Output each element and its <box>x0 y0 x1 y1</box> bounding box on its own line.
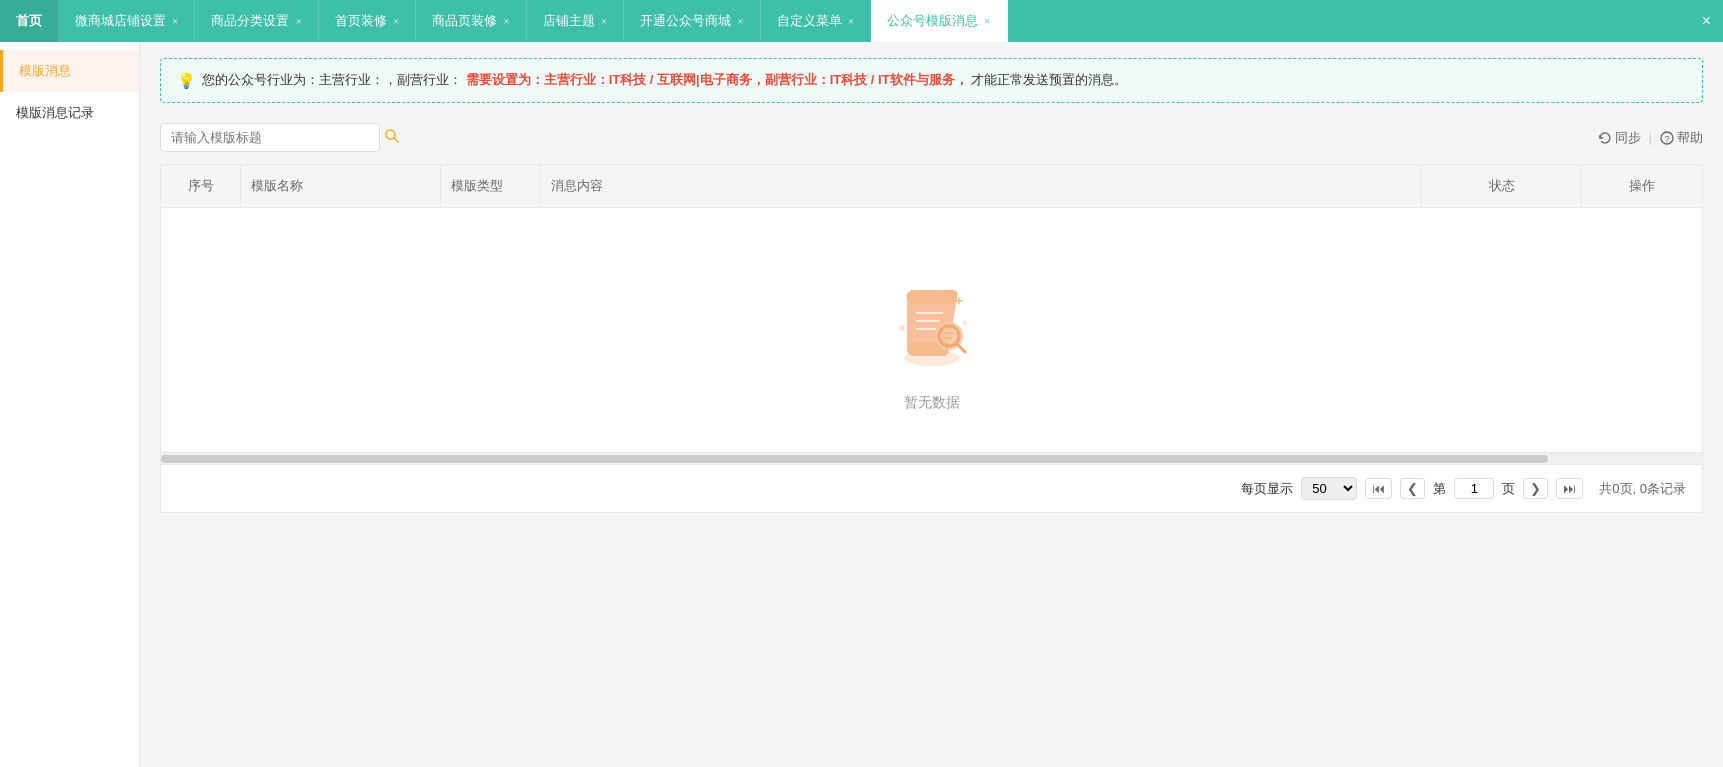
sync-icon <box>1598 131 1612 145</box>
page-unit: 页 <box>1502 480 1515 498</box>
svg-line-1 <box>394 138 398 142</box>
sync-button[interactable]: 同步 <box>1598 129 1641 147</box>
tab-open-wechat-mall[interactable]: 开通公众号商城 × <box>624 0 760 42</box>
col-header-content: 消息内容 <box>541 165 1422 207</box>
svg-line-10 <box>957 344 965 352</box>
close-tab-wechat-template[interactable]: × <box>984 15 990 27</box>
sync-label: 同步 <box>1615 129 1641 147</box>
pagination: 每页显示 50 10 20 100 ⏮ ❮ 第 页 ❯ ⏭ 共0页, 0条记录 <box>161 464 1702 512</box>
close-tab-product-category[interactable]: × <box>295 15 301 27</box>
page-size-select[interactable]: 50 10 20 100 <box>1301 477 1357 500</box>
col-header-seq: 序号 <box>161 165 241 207</box>
data-table: 序号 模版名称 模版类型 消息内容 状态 操作 <box>160 164 1703 513</box>
tab-home-label: 首页 <box>16 12 42 30</box>
last-page-button[interactable]: ⏭ <box>1556 478 1583 499</box>
total-info: 共0页, 0条记录 <box>1599 480 1686 498</box>
tab-shop-theme-label: 店铺主题 <box>543 12 595 30</box>
search-input[interactable] <box>160 123 380 152</box>
empty-text: 暂无数据 <box>904 394 960 412</box>
tab-product-category[interactable]: 商品分类设置 × <box>195 0 318 42</box>
search-button[interactable] <box>384 128 400 147</box>
empty-state: 暂无数据 <box>161 208 1702 452</box>
close-tab-home-decoration[interactable]: × <box>393 15 399 27</box>
tab-product-decoration[interactable]: 商品页装修 × <box>416 0 526 42</box>
main-layout: 模版消息 模版消息记录 💡 您的公众号行业为：主营行业：，副营行业： 需要设置为… <box>0 42 1723 767</box>
close-tab-open-wechat-mall[interactable]: × <box>737 15 743 27</box>
tab-home[interactable]: 首页 <box>0 0 59 42</box>
close-all-tabs-button[interactable]: × <box>1690 12 1723 30</box>
close-tab-custom-menu[interactable]: × <box>848 15 854 27</box>
sidebar-item-template-message-log-label: 模版消息记录 <box>16 105 94 120</box>
help-icon: ? <box>1660 131 1674 145</box>
tab-custom-menu-label: 自定义菜单 <box>777 12 842 30</box>
content-area: 💡 您的公众号行业为：主营行业：，副营行业： 需要设置为：主营行业：IT科技 /… <box>140 42 1723 767</box>
col-header-status: 状态 <box>1422 165 1582 207</box>
col-header-name: 模版名称 <box>241 165 441 207</box>
table-header: 序号 模版名称 模版类型 消息内容 状态 操作 <box>161 165 1702 208</box>
search-actions: 同步 | ? 帮助 <box>1598 129 1703 147</box>
sidebar: 模版消息 模版消息记录 <box>0 42 140 767</box>
notice-highlight: 需要设置为：主营行业：IT科技 / 互联网|电子商务，副营行业：IT科技 / I… <box>466 72 968 87</box>
help-label: 帮助 <box>1677 129 1703 147</box>
scrollbar-thumb[interactable] <box>161 455 1548 463</box>
per-page-label: 每页显示 <box>1241 480 1293 498</box>
search-icon <box>384 128 400 144</box>
tab-product-category-label: 商品分类设置 <box>211 12 289 30</box>
tab-weishop-settings[interactable]: 微商城店铺设置 × <box>59 0 195 42</box>
sidebar-item-template-message[interactable]: 模版消息 <box>0 50 139 92</box>
search-bar: 同步 | ? 帮助 <box>160 123 1703 152</box>
tab-wechat-template-label: 公众号模版消息 <box>887 12 978 30</box>
toolbar-divider: | <box>1649 130 1652 145</box>
close-tab-product-decoration[interactable]: × <box>503 15 509 27</box>
svg-text:?: ? <box>1664 134 1669 144</box>
page-number-input[interactable] <box>1454 478 1494 499</box>
tab-weishop-settings-label: 微商城店铺设置 <box>75 12 166 30</box>
horizontal-scrollbar[interactable] <box>161 452 1702 464</box>
tab-shop-theme[interactable]: 店铺主题 × <box>527 0 624 42</box>
tab-open-wechat-mall-label: 开通公众号商城 <box>640 12 731 30</box>
notice-suffix: 才能正常发送预置的消息。 <box>971 72 1127 87</box>
notice-icon: 💡 <box>177 72 196 90</box>
close-tab-shop-theme[interactable]: × <box>601 15 607 27</box>
notice-box: 💡 您的公众号行业为：主营行业：，副营行业： 需要设置为：主营行业：IT科技 /… <box>160 58 1703 103</box>
notice-prefix: 您的公众号行业为：主营行业：，副营行业： <box>202 72 462 87</box>
tab-home-decoration[interactable]: 首页装修 × <box>319 0 416 42</box>
next-page-button[interactable]: ❯ <box>1523 478 1548 499</box>
prev-page-button[interactable]: ❮ <box>1400 478 1425 499</box>
close-tab-weishop-settings[interactable]: × <box>172 15 178 27</box>
first-page-button[interactable]: ⏮ <box>1365 478 1392 499</box>
help-button[interactable]: ? 帮助 <box>1660 129 1703 147</box>
notice-text: 您的公众号行业为：主营行业：，副营行业： 需要设置为：主营行业：IT科技 / 互… <box>202 71 1127 89</box>
col-header-action: 操作 <box>1582 165 1702 207</box>
sidebar-item-template-message-log[interactable]: 模版消息记录 <box>0 92 139 134</box>
tab-bar: 首页 微商城店铺设置 × 商品分类设置 × 首页装修 × 商品页装修 × 店铺主… <box>0 0 1723 42</box>
svg-point-15 <box>899 325 905 331</box>
tab-wechat-template[interactable]: 公众号模版消息 × <box>871 0 1007 42</box>
page-label: 第 <box>1433 480 1446 498</box>
tab-home-decoration-label: 首页装修 <box>335 12 387 30</box>
svg-point-16 <box>963 321 967 325</box>
col-header-type: 模版类型 <box>441 165 541 207</box>
tab-custom-menu[interactable]: 自定义菜单 × <box>761 0 871 42</box>
empty-illustration <box>877 268 987 378</box>
sidebar-item-template-message-label: 模版消息 <box>19 63 71 78</box>
tab-product-decoration-label: 商品页装修 <box>432 12 497 30</box>
